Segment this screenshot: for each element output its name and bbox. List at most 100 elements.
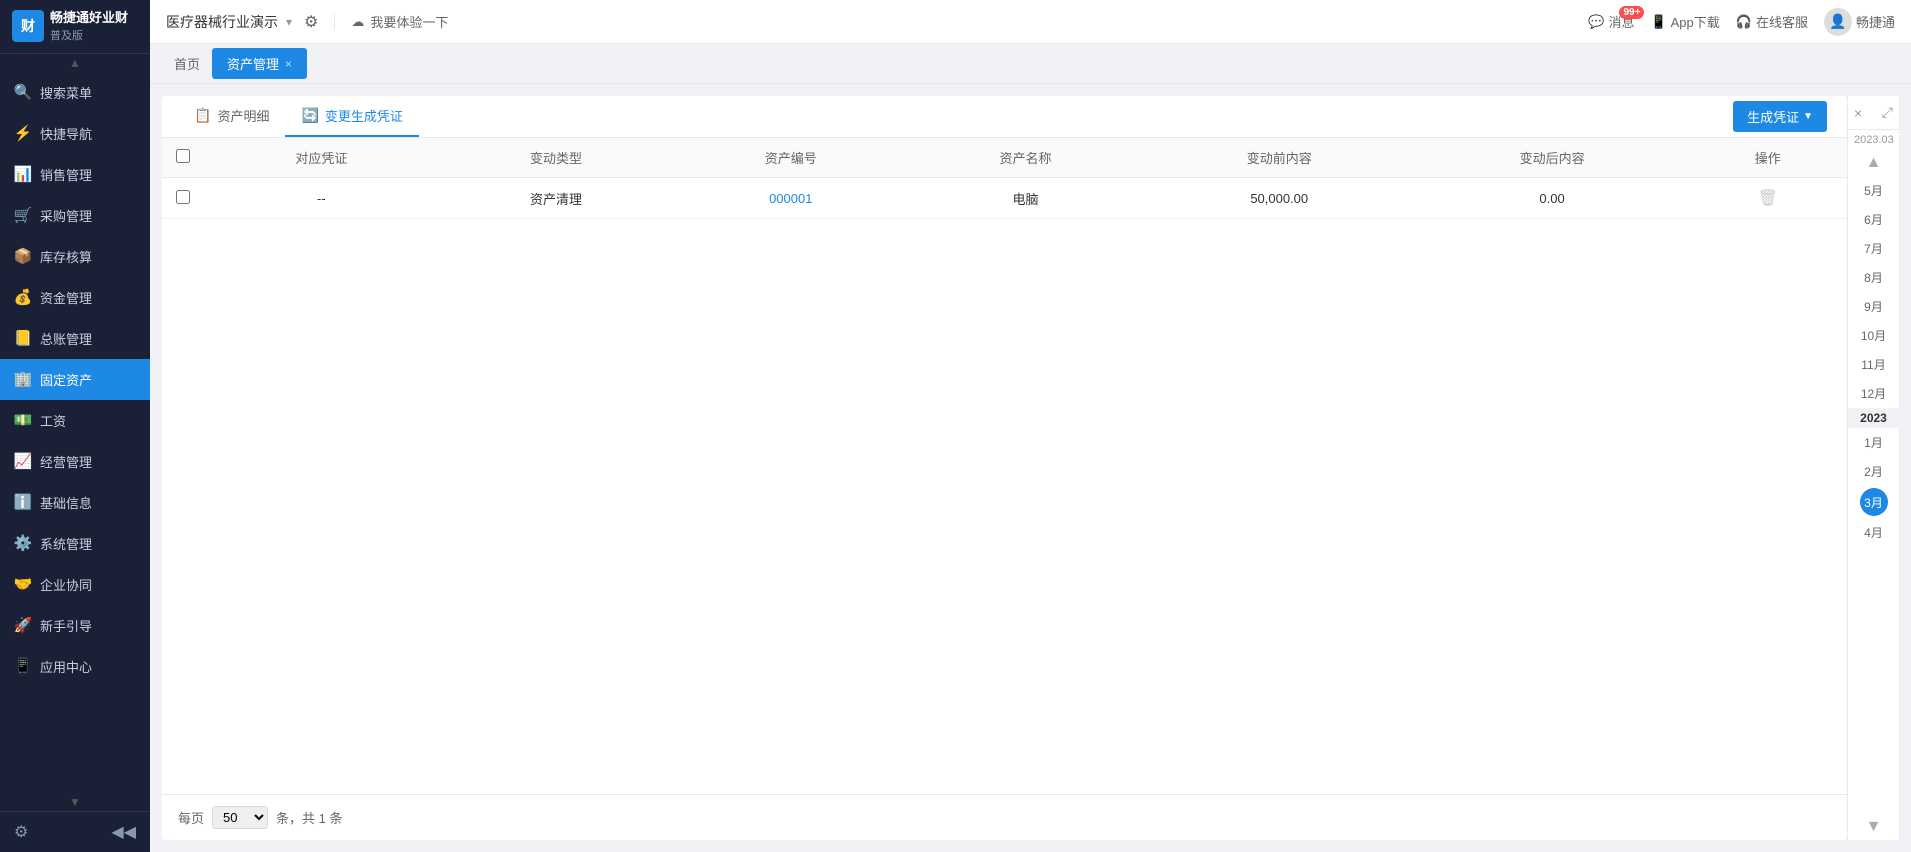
messages-btn[interactable]: 💬 消息 99+	[1588, 12, 1634, 31]
sidebar-item-sales[interactable]: 📊 销售管理	[0, 154, 150, 195]
row-checkbox-cell	[162, 178, 204, 219]
month-5[interactable]: 5月	[1848, 176, 1899, 205]
divider	[334, 14, 335, 30]
sidebar-label-basic-info: 基础信息	[40, 493, 92, 512]
system-icon: ⚙️	[14, 534, 32, 552]
sidebar-item-inventory[interactable]: 📦 库存核算	[0, 236, 150, 277]
sidebar-item-operations[interactable]: 📈 经营管理	[0, 441, 150, 482]
avatar-icon: 👤	[1829, 13, 1846, 30]
content-wrapper: 📋 资产明细 🔄 变更生成凭证 生成凭证 ▼	[162, 96, 1899, 840]
per-page-select[interactable]: 10 20 50 100	[212, 806, 268, 829]
pagination: 每页 10 20 50 100 条，共 1 条	[162, 794, 1847, 840]
sub-tab-change-voucher[interactable]: 🔄 变更生成凭证	[285, 96, 418, 137]
asset-detail-icon: 📋	[194, 107, 211, 124]
sidebar-label-sales: 销售管理	[40, 165, 92, 184]
tab-close-icon[interactable]: ×	[285, 57, 292, 71]
sales-icon: 📊	[14, 165, 32, 183]
tab-asset-label: 资产管理	[227, 54, 279, 73]
experience-label: 我要体验一下	[370, 12, 448, 31]
month-2023-3-current[interactable]: 3月	[1860, 488, 1888, 516]
sidebar-item-enterprise[interactable]: 🤝 企业协同	[0, 564, 150, 605]
right-panel-nav-down: ▼	[1848, 814, 1899, 840]
company-name: 医疗器械行业演示	[166, 12, 278, 32]
sidebar-label-search: 搜索菜单	[40, 83, 92, 102]
online-service-btn[interactable]: 🎧 在线客服	[1736, 12, 1808, 31]
collapse-icon[interactable]: ◀◀	[111, 822, 136, 842]
inventory-icon: 📦	[14, 247, 32, 265]
row-voucher: --	[204, 178, 439, 219]
th-asset-code: 资产编号	[673, 138, 908, 178]
sidebar-label-quick-nav: 快捷导航	[40, 124, 92, 143]
sidebar-item-salary[interactable]: 💵 工资	[0, 400, 150, 441]
tab-home[interactable]: 首页	[166, 49, 208, 78]
content-area: 📋 资产明细 🔄 变更生成凭证 生成凭证 ▼	[150, 84, 1911, 852]
sidebar-label-fixed-assets: 固定资产	[40, 370, 92, 389]
month-10[interactable]: 10月	[1848, 321, 1899, 350]
sidebar-item-funds[interactable]: 💰 资金管理	[0, 277, 150, 318]
right-panel: × ⤢ 2023.03 ▲ 5月 6月 7月 8月 9月 10月 11月 12月…	[1847, 96, 1899, 840]
per-page-label: 每页	[178, 808, 204, 827]
generate-voucher-btn[interactable]: 生成凭证 ▼	[1733, 101, 1827, 132]
sidebar-label-app-center: 应用中心	[40, 657, 92, 676]
sidebar-label-guide: 新手引导	[40, 616, 92, 635]
sidebar-item-system[interactable]: ⚙️ 系统管理	[0, 523, 150, 564]
th-asset-name: 资产名称	[908, 138, 1143, 178]
panel-scroll-down-btn[interactable]: ▼	[1866, 818, 1882, 836]
sub-tab-asset-detail[interactable]: 📋 资产明细	[178, 96, 285, 137]
sidebar-menu: 🔍 搜索菜单 ⚡ 快捷导航 📊 销售管理 🛒 采购管理 📦 库存核算 💰 资金管…	[0, 72, 150, 793]
select-all-checkbox[interactable]	[176, 149, 190, 163]
company-dropdown-icon[interactable]: ▾	[286, 15, 292, 29]
month-8[interactable]: 8月	[1848, 263, 1899, 292]
sidebar-item-purchase[interactable]: 🛒 采购管理	[0, 195, 150, 236]
sidebar-item-app-center[interactable]: 📱 应用中心	[0, 646, 150, 687]
month-2023-1[interactable]: 1月	[1848, 428, 1899, 457]
sidebar-item-guide[interactable]: 🚀 新手引导	[0, 605, 150, 646]
month-7[interactable]: 7月	[1848, 234, 1899, 263]
row-after: 0.00	[1416, 178, 1689, 219]
sidebar-scroll-down[interactable]: ▼	[69, 795, 81, 809]
change-voucher-icon: 🔄	[301, 107, 318, 124]
row-before: 50,000.00	[1143, 178, 1416, 219]
settings-gear-icon[interactable]: ⚙	[304, 12, 318, 32]
sidebar-item-fixed-assets[interactable]: 🏢 固定资产	[0, 359, 150, 400]
operations-icon: 📈	[14, 452, 32, 470]
app-download-btn[interactable]: 📱 App下载	[1650, 12, 1719, 31]
month-11[interactable]: 11月	[1848, 350, 1899, 379]
month-12[interactable]: 12月	[1848, 379, 1899, 408]
right-panel-close-btn[interactable]: ×	[1854, 105, 1862, 121]
sidebar-item-basic-info[interactable]: ℹ️ 基础信息	[0, 482, 150, 523]
purchase-icon: 🛒	[14, 206, 32, 224]
delete-row-icon[interactable]: 🗑	[1758, 190, 1778, 207]
data-table: 对应凭证 变动类型 资产编号 资产名称 变动前内容 变动后内容 操作	[162, 138, 1847, 219]
messages-badge: 99+	[1619, 6, 1644, 19]
tab-asset-management[interactable]: 资产管理 ×	[212, 48, 307, 79]
right-panel-expand-btn[interactable]: ⤢	[1882, 104, 1893, 121]
sidebar-item-search[interactable]: 🔍 搜索菜单	[0, 72, 150, 113]
sidebar-item-quick-nav[interactable]: ⚡ 快捷导航	[0, 113, 150, 154]
guide-icon: 🚀	[14, 616, 32, 634]
row-checkbox[interactable]	[176, 190, 190, 204]
sub-tabs: 📋 资产明细 🔄 变更生成凭证 生成凭证 ▼	[162, 96, 1847, 138]
month-2023-2[interactable]: 2月	[1848, 457, 1899, 486]
generate-btn-label: 生成凭证	[1747, 107, 1799, 126]
sidebar-logo: 财 畅捷通好业财 普及版	[0, 0, 150, 54]
sidebar: 财 畅捷通好业财 普及版 ▲ 🔍 搜索菜单 ⚡ 快捷导航 📊 销售管理 🛒 采购…	[0, 0, 150, 852]
avatar: 👤	[1824, 8, 1852, 36]
experience-btn[interactable]: ☁ 我要体验一下	[351, 12, 448, 31]
panel-scroll-up-btn[interactable]: ▲	[1866, 154, 1882, 172]
funds-icon: 💰	[14, 288, 32, 306]
month-6[interactable]: 6月	[1848, 205, 1899, 234]
month-2023-4[interactable]: 4月	[1848, 518, 1899, 547]
row-op: 🗑	[1689, 178, 1848, 219]
settings-bottom-icon[interactable]: ⚙	[14, 822, 28, 842]
sidebar-bottom: ⚙ ◀◀	[0, 811, 150, 852]
th-change-type: 变动类型	[439, 138, 674, 178]
sidebar-label-enterprise: 企业协同	[40, 575, 92, 594]
right-panel-date: 2023.03	[1848, 130, 1899, 150]
table-area: 对应凭证 变动类型 资产编号 资产名称 变动前内容 变动后内容 操作	[162, 138, 1847, 794]
sidebar-scroll-up[interactable]: ▲	[69, 56, 81, 70]
sidebar-item-ledger[interactable]: 📒 总账管理	[0, 318, 150, 359]
search-icon: 🔍	[14, 83, 32, 101]
user-profile[interactable]: 👤 畅捷通	[1824, 8, 1895, 36]
month-9[interactable]: 9月	[1848, 292, 1899, 321]
